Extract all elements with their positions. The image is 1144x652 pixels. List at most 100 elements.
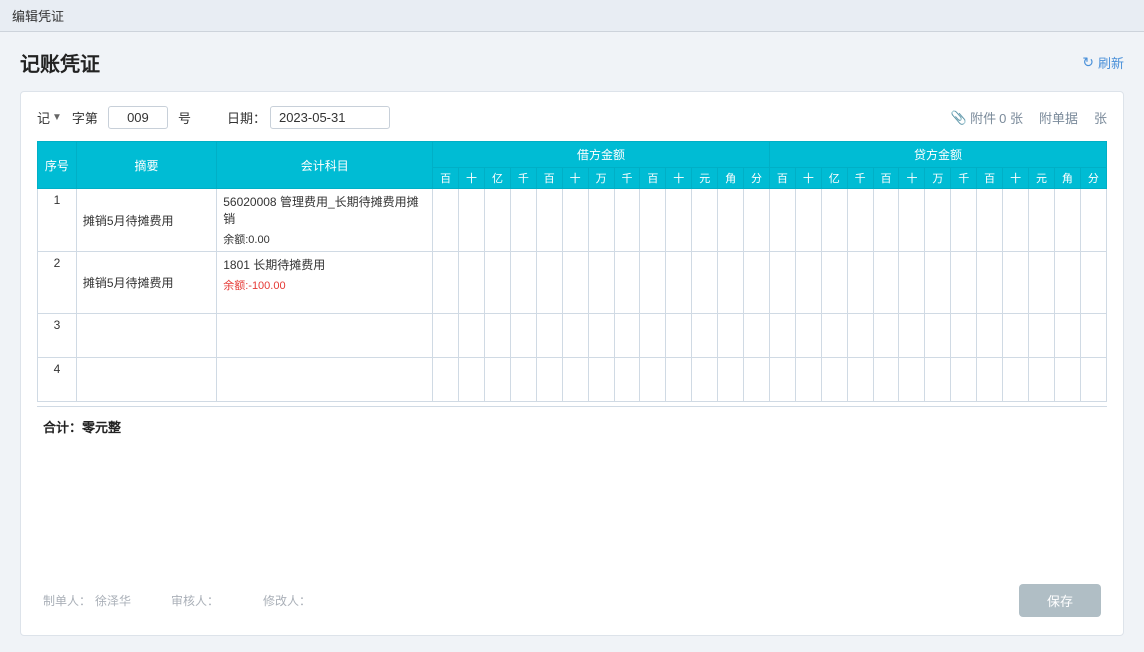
- credit-amount-cell[interactable]: [795, 358, 821, 402]
- debit-amount-cell[interactable]: [588, 314, 614, 358]
- debit-amount-cell[interactable]: [536, 358, 562, 402]
- debit-amount-cell[interactable]: [640, 358, 666, 402]
- debit-amount-cell[interactable]: [433, 189, 459, 252]
- debit-amount-cell[interactable]: [614, 189, 640, 252]
- debit-amount-cell[interactable]: [562, 314, 588, 358]
- debit-amount-cell[interactable]: [718, 358, 744, 402]
- debit-amount-cell[interactable]: [744, 314, 770, 358]
- debit-amount-cell[interactable]: [614, 314, 640, 358]
- credit-amount-cell[interactable]: [951, 358, 977, 402]
- table-row[interactable]: 2摊销5月待摊费用1801 长期待摊费用余额:-100.00: [38, 252, 1107, 314]
- credit-amount-cell[interactable]: [1029, 252, 1055, 314]
- credit-amount-cell[interactable]: [1054, 358, 1080, 402]
- summary-cell[interactable]: 摊销5月待摊费用: [76, 252, 216, 314]
- date-input[interactable]: [270, 106, 390, 129]
- credit-amount-cell[interactable]: [1003, 252, 1029, 314]
- debit-amount-cell[interactable]: [510, 358, 536, 402]
- credit-amount-cell[interactable]: [1054, 189, 1080, 252]
- credit-amount-cell[interactable]: [1029, 358, 1055, 402]
- account-cell[interactable]: [217, 358, 433, 402]
- credit-amount-cell[interactable]: [821, 314, 847, 358]
- attachment-link[interactable]: 📎 附件 0 张: [951, 108, 1023, 127]
- credit-amount-cell[interactable]: [873, 314, 899, 358]
- debit-amount-cell[interactable]: [744, 189, 770, 252]
- debit-amount-cell[interactable]: [562, 189, 588, 252]
- credit-amount-cell[interactable]: [769, 358, 795, 402]
- debit-amount-cell[interactable]: [459, 358, 485, 402]
- table-row[interactable]: 1摊销5月待摊费用56020008 管理费用_长期待摊费用摊销余额:0.00: [38, 189, 1107, 252]
- debit-amount-cell[interactable]: [640, 189, 666, 252]
- summary-cell[interactable]: 摊销5月待摊费用: [76, 189, 216, 252]
- debit-amount-cell[interactable]: [510, 314, 536, 358]
- credit-amount-cell[interactable]: [977, 314, 1003, 358]
- debit-amount-cell[interactable]: [692, 252, 718, 314]
- refresh-button[interactable]: ↻ 刷新: [1082, 53, 1124, 72]
- debit-amount-cell[interactable]: [718, 314, 744, 358]
- debit-amount-cell[interactable]: [433, 358, 459, 402]
- credit-amount-cell[interactable]: [925, 314, 951, 358]
- debit-amount-cell[interactable]: [640, 252, 666, 314]
- credit-amount-cell[interactable]: [925, 252, 951, 314]
- debit-amount-cell[interactable]: [588, 358, 614, 402]
- debit-amount-cell[interactable]: [666, 189, 692, 252]
- summary-cell[interactable]: [76, 314, 216, 358]
- credit-amount-cell[interactable]: [1003, 189, 1029, 252]
- credit-amount-cell[interactable]: [847, 252, 873, 314]
- credit-amount-cell[interactable]: [873, 189, 899, 252]
- credit-amount-cell[interactable]: [821, 189, 847, 252]
- debit-amount-cell[interactable]: [692, 314, 718, 358]
- account-cell[interactable]: [217, 314, 433, 358]
- credit-amount-cell[interactable]: [769, 189, 795, 252]
- credit-amount-cell[interactable]: [925, 358, 951, 402]
- credit-amount-cell[interactable]: [1054, 314, 1080, 358]
- credit-amount-cell[interactable]: [925, 189, 951, 252]
- credit-amount-cell[interactable]: [873, 358, 899, 402]
- credit-amount-cell[interactable]: [821, 252, 847, 314]
- credit-amount-cell[interactable]: [1029, 189, 1055, 252]
- credit-amount-cell[interactable]: [1003, 358, 1029, 402]
- debit-amount-cell[interactable]: [562, 358, 588, 402]
- credit-amount-cell[interactable]: [899, 314, 925, 358]
- credit-amount-cell[interactable]: [1080, 252, 1106, 314]
- credit-amount-cell[interactable]: [899, 252, 925, 314]
- credit-amount-cell[interactable]: [899, 358, 925, 402]
- credit-amount-cell[interactable]: [977, 189, 1003, 252]
- credit-amount-cell[interactable]: [951, 252, 977, 314]
- credit-amount-cell[interactable]: [847, 189, 873, 252]
- credit-amount-cell[interactable]: [769, 314, 795, 358]
- debit-amount-cell[interactable]: [614, 252, 640, 314]
- debit-amount-cell[interactable]: [666, 314, 692, 358]
- summary-cell[interactable]: [76, 358, 216, 402]
- credit-amount-cell[interactable]: [847, 358, 873, 402]
- save-button[interactable]: 保存: [1019, 584, 1101, 617]
- credit-amount-cell[interactable]: [795, 252, 821, 314]
- credit-amount-cell[interactable]: [951, 314, 977, 358]
- credit-amount-cell[interactable]: [1029, 314, 1055, 358]
- voucher-type-dropdown[interactable]: 记 ▼: [37, 108, 62, 127]
- debit-amount-cell[interactable]: [692, 358, 718, 402]
- debit-amount-cell[interactable]: [588, 252, 614, 314]
- debit-amount-cell[interactable]: [484, 314, 510, 358]
- debit-amount-cell[interactable]: [536, 189, 562, 252]
- credit-amount-cell[interactable]: [977, 252, 1003, 314]
- debit-amount-cell[interactable]: [744, 252, 770, 314]
- debit-amount-cell[interactable]: [692, 189, 718, 252]
- credit-amount-cell[interactable]: [769, 252, 795, 314]
- debit-amount-cell[interactable]: [666, 358, 692, 402]
- voucher-number-input[interactable]: [108, 106, 168, 129]
- debit-amount-cell[interactable]: [459, 252, 485, 314]
- debit-amount-cell[interactable]: [562, 252, 588, 314]
- credit-amount-cell[interactable]: [795, 189, 821, 252]
- debit-amount-cell[interactable]: [588, 189, 614, 252]
- debit-amount-cell[interactable]: [484, 358, 510, 402]
- credit-amount-cell[interactable]: [1080, 314, 1106, 358]
- debit-amount-cell[interactable]: [433, 314, 459, 358]
- debit-amount-cell[interactable]: [484, 252, 510, 314]
- debit-amount-cell[interactable]: [510, 189, 536, 252]
- debit-amount-cell[interactable]: [459, 189, 485, 252]
- debit-amount-cell[interactable]: [433, 252, 459, 314]
- credit-amount-cell[interactable]: [1003, 314, 1029, 358]
- debit-amount-cell[interactable]: [666, 252, 692, 314]
- credit-amount-cell[interactable]: [1080, 358, 1106, 402]
- credit-amount-cell[interactable]: [899, 189, 925, 252]
